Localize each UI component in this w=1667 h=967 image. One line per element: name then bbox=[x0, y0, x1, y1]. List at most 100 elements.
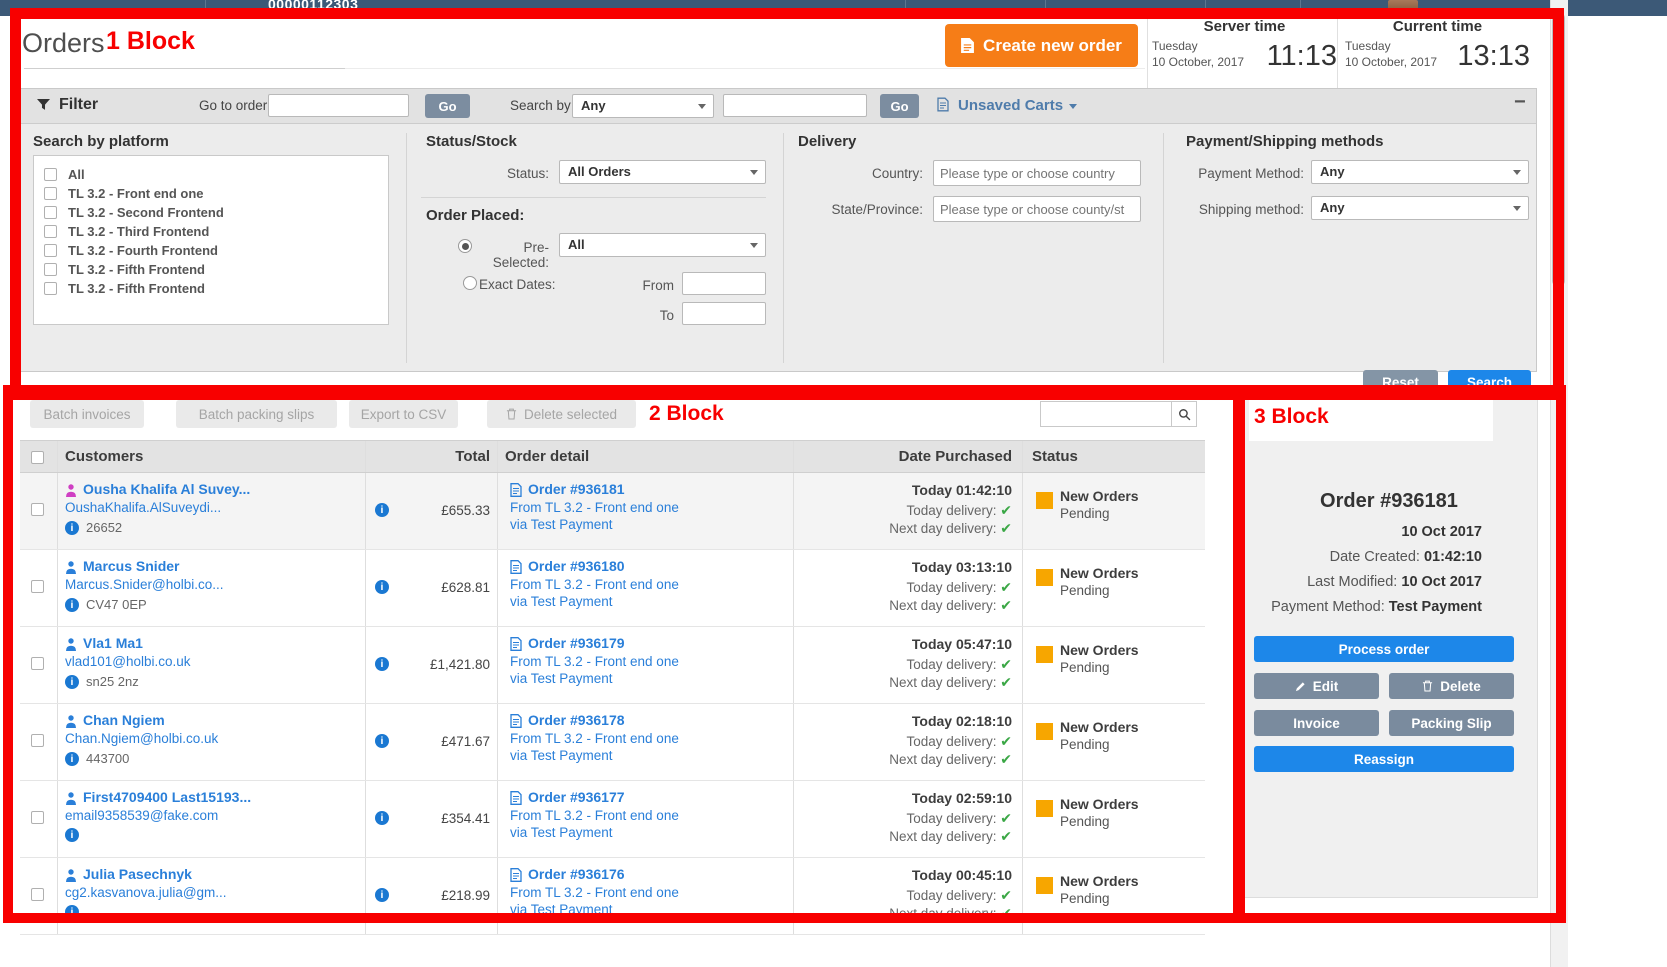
go-to-order-input[interactable] bbox=[268, 94, 409, 117]
table-search-input[interactable] bbox=[1040, 401, 1172, 427]
check-icon: ✔ bbox=[1000, 810, 1012, 826]
state-input[interactable] bbox=[933, 196, 1141, 222]
scrollbar-thumb[interactable] bbox=[1552, 12, 1565, 287]
search-go-button[interactable]: Go bbox=[880, 94, 919, 118]
row-checkbox[interactable] bbox=[31, 503, 44, 516]
platform-option[interactable]: TL 3.2 - Fourth Frontend bbox=[44, 241, 388, 260]
order-total: £1,421.80 bbox=[429, 657, 490, 672]
customer-name-link[interactable]: Marcus Snider bbox=[83, 558, 179, 574]
platform-checkbox[interactable] bbox=[44, 244, 57, 257]
check-icon: ✔ bbox=[1000, 656, 1012, 672]
customer-name-link[interactable]: Chan Ngiem bbox=[83, 712, 165, 728]
batch-packing-slips-button[interactable]: Batch packing slips bbox=[176, 400, 337, 428]
platform-option[interactable]: TL 3.2 - Fifth Frontend bbox=[44, 279, 388, 298]
shipping-method-select[interactable]: Any bbox=[1311, 196, 1529, 220]
order-number-link[interactable]: Order #936177 bbox=[528, 789, 625, 805]
delete-button[interactable]: Delete bbox=[1389, 673, 1514, 699]
detail-order-title: Order #936181 bbox=[1320, 490, 1458, 512]
process-order-button[interactable]: Process order bbox=[1254, 636, 1514, 662]
order-number-link[interactable]: Order #936180 bbox=[528, 558, 625, 574]
unsaved-carts-dropdown[interactable]: Unsaved Carts bbox=[958, 97, 1078, 114]
total-info-icon[interactable] bbox=[375, 811, 389, 825]
row-checkbox[interactable] bbox=[31, 657, 44, 670]
create-new-order-button[interactable]: Create new order bbox=[945, 24, 1138, 67]
go-to-order-button[interactable]: Go bbox=[425, 94, 470, 118]
collapse-filter-button[interactable]: − bbox=[1514, 91, 1526, 114]
packing-slip-button[interactable]: Packing Slip bbox=[1389, 710, 1514, 736]
column-divider bbox=[406, 133, 407, 363]
total-info-icon[interactable] bbox=[375, 888, 389, 902]
order-number-link[interactable]: Order #936178 bbox=[528, 712, 625, 728]
platform-checkbox[interactable] bbox=[44, 263, 57, 276]
platform-option[interactable]: TL 3.2 - Front end one bbox=[44, 184, 388, 203]
select-all-checkbox[interactable] bbox=[31, 451, 44, 464]
customer-email-link[interactable]: Marcus.Snider@holbi.co... bbox=[65, 577, 224, 592]
customer-email-link[interactable]: Chan.Ngiem@holbi.co.uk bbox=[65, 731, 218, 746]
platform-checkbox[interactable] bbox=[44, 168, 57, 181]
customer-name-link[interactable]: Vla1 Ma1 bbox=[83, 635, 143, 651]
row-checkbox[interactable] bbox=[31, 811, 44, 824]
order-number-link[interactable]: Order #936179 bbox=[528, 635, 625, 651]
customer-name-link[interactable]: Julia Pasechnyk bbox=[83, 866, 192, 882]
table-header: Customers Total Order detail Date Purcha… bbox=[20, 440, 1205, 473]
row-checkbox[interactable] bbox=[31, 888, 44, 901]
row-checkbox[interactable] bbox=[31, 734, 44, 747]
search-button[interactable]: Search bbox=[1448, 370, 1531, 395]
status-main: New Orders bbox=[1060, 565, 1139, 581]
reset-button[interactable]: Reset bbox=[1363, 370, 1438, 395]
total-info-icon[interactable] bbox=[375, 580, 389, 594]
customer-name-link[interactable]: Ousha Khalifa Al Suvey... bbox=[83, 481, 250, 497]
info-icon[interactable] bbox=[65, 674, 79, 689]
preselected-radio[interactable] bbox=[458, 239, 472, 253]
edit-button[interactable]: Edit bbox=[1254, 673, 1379, 699]
next-day-delivery: Next day delivery: ✔ bbox=[889, 905, 1012, 921]
info-icon[interactable] bbox=[65, 751, 79, 766]
customer-email-link[interactable]: email9358539@fake.com bbox=[65, 808, 218, 823]
info-icon[interactable] bbox=[65, 520, 79, 535]
order-number-link[interactable]: Order #936181 bbox=[528, 481, 625, 497]
row-checkbox[interactable] bbox=[31, 580, 44, 593]
exact-dates-radio[interactable] bbox=[463, 276, 477, 290]
info-icon[interactable] bbox=[65, 828, 79, 842]
platform-option[interactable]: TL 3.2 - Second Frontend bbox=[44, 203, 388, 222]
order-via: via Test Payment bbox=[510, 748, 613, 763]
platform-checkbox[interactable] bbox=[44, 225, 57, 238]
preselected-select[interactable]: All bbox=[559, 233, 766, 257]
total-info-icon[interactable] bbox=[375, 657, 389, 671]
country-input[interactable] bbox=[933, 160, 1141, 186]
page-title: Orders bbox=[22, 28, 105, 58]
info-icon[interactable] bbox=[65, 597, 79, 612]
search-by-select[interactable]: Any bbox=[572, 94, 714, 118]
status-color-square bbox=[1036, 723, 1053, 740]
avatar[interactable] bbox=[1388, 0, 1418, 16]
platform-option[interactable]: TL 3.2 - Fifth Frontend bbox=[44, 260, 388, 279]
date-to-input[interactable] bbox=[682, 302, 766, 325]
customer-email-link[interactable]: cg2.kasvanova.julia@gm... bbox=[65, 885, 227, 900]
platform-checkbox[interactable] bbox=[44, 187, 57, 200]
reassign-button[interactable]: Reassign bbox=[1254, 746, 1514, 772]
customer-email-link[interactable]: OushaKhalifa.AlSuveydi... bbox=[65, 500, 221, 515]
info-icon[interactable] bbox=[65, 905, 79, 919]
customer-email-link[interactable]: vlad101@holbi.co.uk bbox=[65, 654, 191, 669]
date-from-input[interactable] bbox=[682, 272, 766, 295]
payment-method-select[interactable]: Any bbox=[1311, 160, 1529, 184]
table-search-button[interactable] bbox=[1171, 401, 1197, 427]
total-info-icon[interactable] bbox=[375, 734, 389, 748]
platform-checkbox[interactable] bbox=[44, 282, 57, 295]
order-document-icon bbox=[510, 637, 522, 651]
invoice-button[interactable]: Invoice bbox=[1254, 710, 1379, 736]
customer-info: CV47 0EP bbox=[65, 597, 147, 612]
search-value-input[interactable] bbox=[723, 94, 867, 117]
platform-option[interactable]: TL 3.2 - Third Frontend bbox=[44, 222, 388, 241]
customer-name-link[interactable]: First4709400 Last15193... bbox=[83, 789, 251, 805]
platform-option[interactable]: All bbox=[44, 165, 388, 184]
order-via: via Test Payment bbox=[510, 517, 613, 532]
delete-selected-button[interactable]: Delete selected bbox=[487, 400, 636, 428]
platform-checkbox[interactable] bbox=[44, 206, 57, 219]
export-csv-button[interactable]: Export to CSV bbox=[349, 400, 458, 428]
total-info-icon[interactable] bbox=[375, 503, 389, 517]
batch-invoices-button[interactable]: Batch invoices bbox=[30, 400, 144, 428]
table-search bbox=[1040, 401, 1172, 427]
order-number-link[interactable]: Order #936176 bbox=[528, 866, 625, 882]
status-select[interactable]: All Orders bbox=[559, 160, 766, 184]
